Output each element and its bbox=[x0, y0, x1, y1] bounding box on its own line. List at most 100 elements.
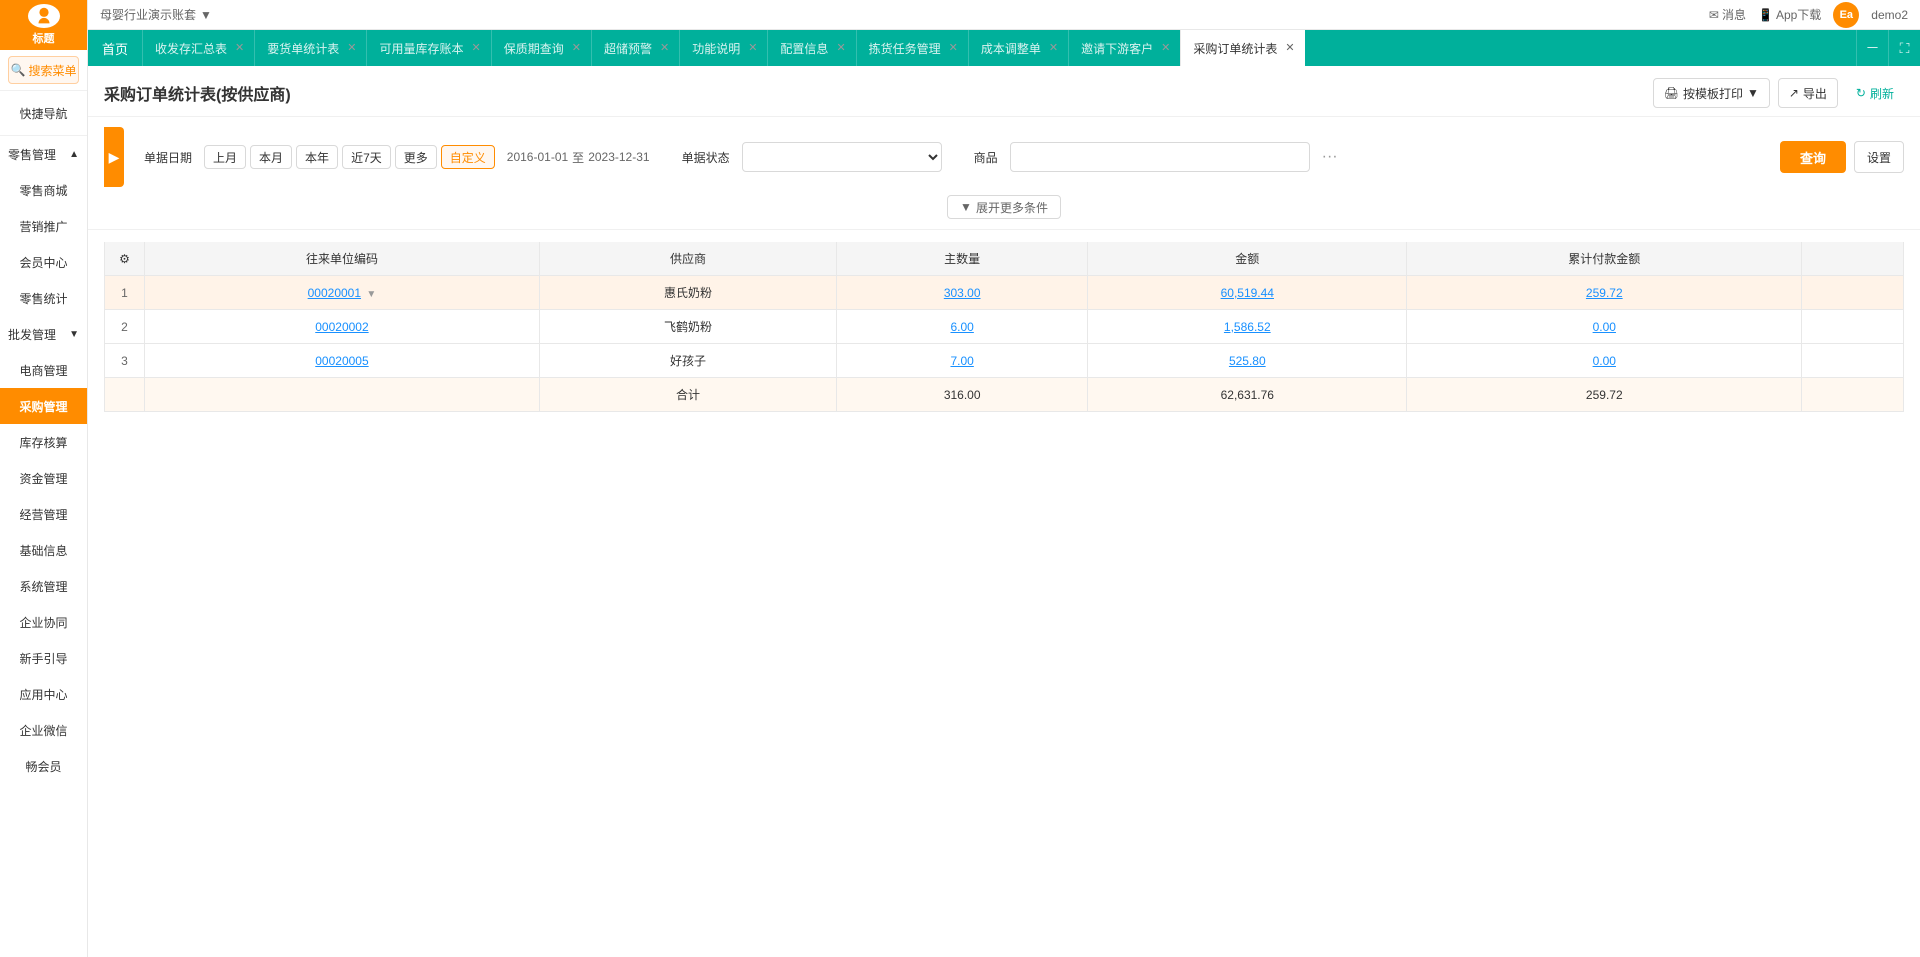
row-amount: 525.80 bbox=[1088, 344, 1407, 378]
sidebar-item-purchase[interactable]: 采购管理 bbox=[0, 388, 87, 424]
amount-link[interactable]: 60,519.44 bbox=[1221, 286, 1274, 300]
sidebar-item-marketing[interactable]: 营销推广 bbox=[0, 208, 87, 244]
sidebar-item-basic[interactable]: 基础信息 bbox=[0, 532, 87, 568]
table-row: 3 00020005 好孩子 7.00 525.80 0.00 bbox=[105, 344, 1904, 378]
tab-yaohuo[interactable]: 要货单统计表 ✕ bbox=[254, 30, 366, 66]
filter-more-dots[interactable]: ··· bbox=[1322, 148, 1338, 166]
app-download-link[interactable]: 📱 App下载 bbox=[1758, 6, 1821, 23]
tab-home[interactable]: 首页 bbox=[88, 30, 142, 66]
tab-bochuo[interactable]: 拣货任务管理 ✕ bbox=[856, 30, 968, 66]
sidebar-item-wechat[interactable]: 企业微信 bbox=[0, 712, 87, 748]
expand-label: 展开更多条件 bbox=[976, 199, 1048, 216]
table-header-row: ⚙ 往来单位编码 供应商 主数量 金额 累计付款金额 bbox=[105, 242, 1904, 276]
date-this-year-button[interactable]: 本年 bbox=[296, 145, 338, 169]
tab-yaoqing-close[interactable]: ✕ bbox=[1161, 43, 1170, 54]
tab-shoufа-close[interactable]: ✕ bbox=[235, 43, 244, 54]
qty-link[interactable]: 303.00 bbox=[944, 286, 981, 300]
tab-chaochu[interactable]: 超储预警 ✕ bbox=[591, 30, 679, 66]
dropdown-arrow-print: ▼ bbox=[1747, 86, 1759, 100]
search-menu-button[interactable]: 🔍 搜索菜单 bbox=[8, 56, 79, 84]
status-select[interactable] bbox=[742, 142, 942, 172]
sidebar-item-member[interactable]: 会员中心 bbox=[0, 244, 87, 280]
tab-keyong[interactable]: 可用量库存账本 ✕ bbox=[366, 30, 490, 66]
date-this-month-button[interactable]: 本月 bbox=[250, 145, 292, 169]
sidebar-item-inventory[interactable]: 库存核算 bbox=[0, 424, 87, 460]
tab-caigou-close[interactable]: ✕ bbox=[1285, 43, 1294, 54]
date-last-month-button[interactable]: 上月 bbox=[204, 145, 246, 169]
table-body: 1 00020001 ▼ 惠氏奶粉 303.00 60,519.44 259.7… bbox=[105, 276, 1904, 378]
tab-yaohuo-close[interactable]: ✕ bbox=[347, 43, 356, 54]
message-link[interactable]: ✉ 消息 bbox=[1709, 6, 1746, 23]
date-7days-button[interactable]: 近7天 bbox=[342, 145, 391, 169]
company-selector[interactable]: 母婴行业演示账套 ▼ bbox=[100, 6, 212, 23]
tab-keyong-close[interactable]: ✕ bbox=[472, 43, 481, 54]
export-label: 导出 bbox=[1803, 85, 1827, 102]
date-filter-label: 单据日期 bbox=[144, 149, 192, 166]
tab-caigou[interactable]: 采购订单统计表 ✕ bbox=[1180, 30, 1304, 66]
refresh-button[interactable]: ↻ 刷新 bbox=[1846, 78, 1904, 108]
code-link[interactable]: 00020002 bbox=[315, 320, 368, 334]
row-code: 00020002 bbox=[145, 310, 540, 344]
amount-link[interactable]: 1,586.52 bbox=[1224, 320, 1271, 334]
paid-link[interactable]: 0.00 bbox=[1593, 320, 1616, 334]
date-custom-button[interactable]: 自定义 bbox=[441, 145, 495, 169]
tab-baozhiqi-close[interactable]: ✕ bbox=[572, 43, 581, 54]
paid-link[interactable]: 0.00 bbox=[1593, 354, 1616, 368]
expand-filter-button[interactable]: ▼ 展开更多条件 bbox=[947, 195, 1061, 219]
tab-baozhiqi[interactable]: 保质期查询 ✕ bbox=[491, 30, 591, 66]
tab-yaoqing-label: 邀请下游客户 bbox=[1081, 40, 1153, 57]
sidebar-item-enterprise[interactable]: 企业协同 bbox=[0, 604, 87, 640]
row-paid: 0.00 bbox=[1407, 310, 1802, 344]
refresh-label: 刷新 bbox=[1870, 85, 1894, 102]
tab-peizhi[interactable]: 配置信息 ✕ bbox=[767, 30, 855, 66]
user-avatar[interactable]: Ea bbox=[1833, 2, 1859, 28]
sidebar-item-newbie[interactable]: 新手引导 bbox=[0, 640, 87, 676]
tab-peizhi-close[interactable]: ✕ bbox=[836, 43, 845, 54]
sidebar-item-appstore[interactable]: 应用中心 bbox=[0, 676, 87, 712]
row-qty: 6.00 bbox=[837, 310, 1088, 344]
settings-button[interactable]: 设置 bbox=[1854, 141, 1904, 173]
tab-minimize-button[interactable]: － bbox=[1856, 30, 1888, 66]
tab-gongneng[interactable]: 功能说明 ✕ bbox=[679, 30, 767, 66]
query-button[interactable]: 查询 bbox=[1780, 141, 1846, 173]
sidebar-item-vip[interactable]: 畅会员 bbox=[0, 748, 87, 784]
amount-link[interactable]: 525.80 bbox=[1229, 354, 1266, 368]
tab-shoufа[interactable]: 收发存汇总表 ✕ bbox=[142, 30, 254, 66]
sidebar-item-batch[interactable]: 批发管理 ▼ bbox=[0, 316, 87, 352]
tab-bochuo-close[interactable]: ✕ bbox=[949, 43, 958, 54]
sidebar-item-retail[interactable]: 零售管理 ▲ bbox=[0, 136, 87, 172]
app-download-label: App下载 bbox=[1776, 6, 1821, 23]
tab-yaoqing[interactable]: 邀请下游客户 ✕ bbox=[1068, 30, 1180, 66]
th-amount: 金额 bbox=[1088, 242, 1407, 276]
code-link[interactable]: 00020005 bbox=[315, 354, 368, 368]
qty-link[interactable]: 7.00 bbox=[950, 354, 973, 368]
paid-link[interactable]: 259.72 bbox=[1586, 286, 1623, 300]
column-settings-icon[interactable]: ⚙ bbox=[119, 252, 130, 266]
date-more-button[interactable]: 更多 bbox=[395, 145, 437, 169]
tab-maximize-button[interactable]: ⛶ bbox=[1888, 30, 1920, 66]
qty-link[interactable]: 6.00 bbox=[950, 320, 973, 334]
sidebar-item-ecommerce[interactable]: 电商管理 bbox=[0, 352, 87, 388]
row-code: 00020005 bbox=[145, 344, 540, 378]
th-supplier: 供应商 bbox=[539, 242, 836, 276]
page-title: 采购订单统计表(按供应商) bbox=[104, 81, 291, 105]
collapse-filter-button[interactable]: ▶ bbox=[104, 127, 124, 187]
username: demo2 bbox=[1871, 8, 1908, 22]
sidebar-item-retail-shop[interactable]: 零售商城 bbox=[0, 172, 87, 208]
export-button[interactable]: ↗ 导出 bbox=[1778, 78, 1838, 108]
tab-chaochu-close[interactable]: ✕ bbox=[660, 43, 669, 54]
row-code: 00020001 ▼ bbox=[145, 276, 540, 310]
code-link[interactable]: 00020001 bbox=[308, 286, 361, 300]
print-template-button[interactable]: 🖨 按模板打印 ▼ bbox=[1653, 78, 1770, 108]
row-qty: 303.00 bbox=[837, 276, 1088, 310]
sidebar-item-system[interactable]: 系统管理 bbox=[0, 568, 87, 604]
sidebar-item-retail-stat[interactable]: 零售统计 bbox=[0, 280, 87, 316]
table-footer: 合计 316.00 62,631.76 259.72 bbox=[105, 378, 1904, 412]
sidebar-item-operations[interactable]: 经营管理 bbox=[0, 496, 87, 532]
tab-gongneng-close[interactable]: ✕ bbox=[748, 43, 757, 54]
goods-input[interactable] bbox=[1010, 142, 1310, 172]
quick-nav-item[interactable]: 快捷导航 bbox=[0, 95, 87, 131]
tab-chengben-close[interactable]: ✕ bbox=[1049, 43, 1058, 54]
tab-chengben[interactable]: 成本调整单 ✕ bbox=[968, 30, 1068, 66]
sidebar-item-finance[interactable]: 资金管理 bbox=[0, 460, 87, 496]
